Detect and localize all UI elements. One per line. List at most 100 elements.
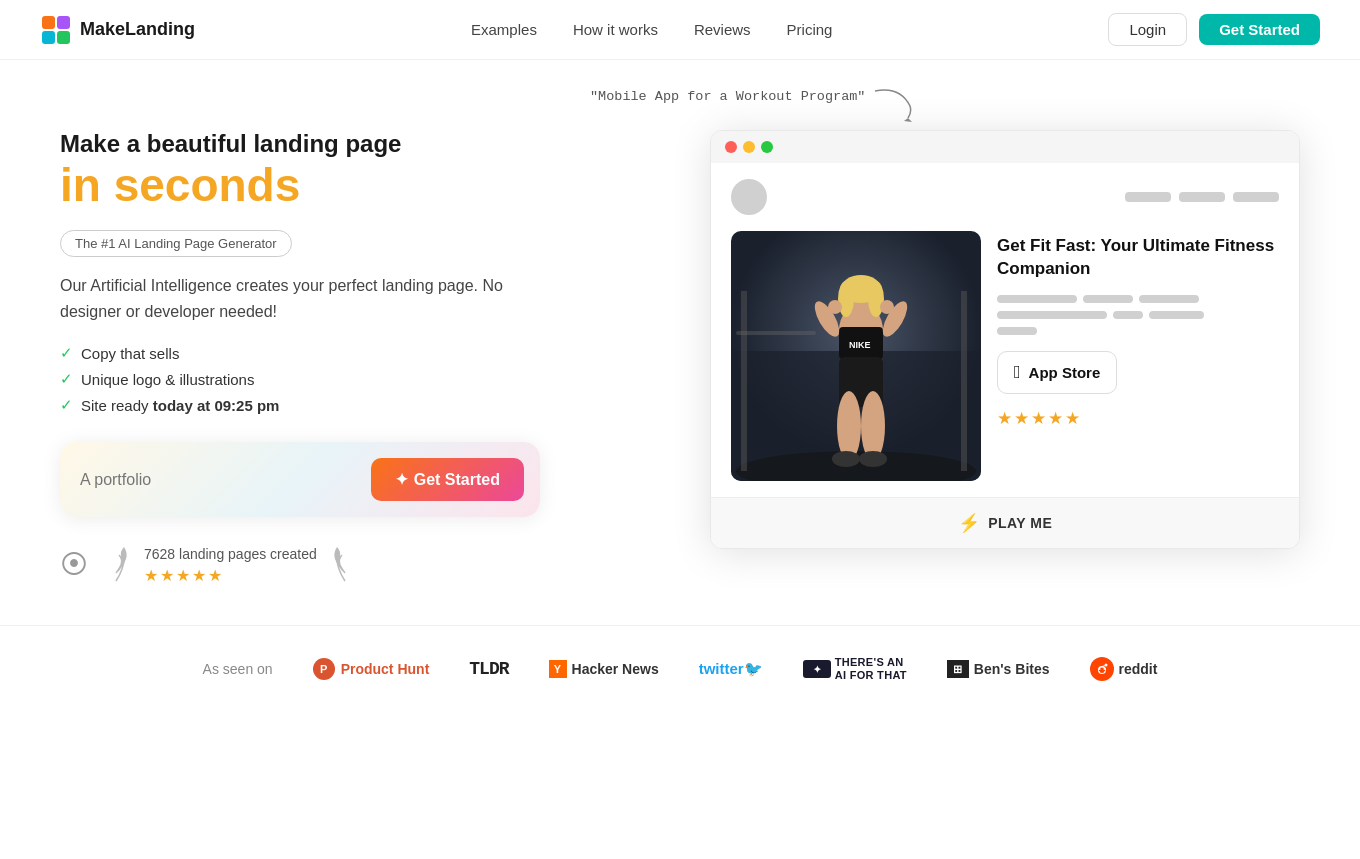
preview-fitness-image: NIKE (731, 231, 981, 481)
feature-site-ready: ✓ Site ready today at 09:25 pm (60, 396, 540, 414)
hero-badge: The #1 AI Landing Page Generator (60, 230, 292, 257)
login-button[interactable]: Login (1108, 13, 1187, 46)
taf-box-icon: ✦ (803, 660, 831, 678)
fitness-woman-svg: NIKE (731, 231, 981, 481)
reddit-logo: reddit (1090, 657, 1158, 681)
svg-point-20 (880, 300, 894, 314)
hero-description: Our Artificial Intelligence creates your… (60, 273, 540, 324)
hero-input-box: ✦ Get Started (60, 442, 540, 517)
bens-bites-logo: ⊞ Ben's Bites (947, 660, 1050, 678)
preview-text-side: Get Fit Fast: Your Ultimate Fitness Comp… (997, 231, 1279, 481)
app-store-button[interactable]:  App Store (997, 351, 1117, 394)
svg-rect-2 (42, 16, 55, 29)
preview-body: NIKE (731, 231, 1279, 481)
svg-point-34 (1098, 670, 1099, 671)
svg-rect-4 (42, 31, 55, 44)
tldr-logo: TLDR (469, 659, 508, 679)
preview-nav-line-3 (1233, 192, 1279, 202)
laurel-right-icon (333, 545, 357, 585)
hero-title-line1: Make a beautiful landing page (60, 130, 401, 157)
nav-actions: Login Get Started (1108, 13, 1320, 46)
bb-square-icon: ⊞ (947, 660, 969, 678)
logo-text: MakeLanding (80, 19, 195, 40)
hero-section: Make a beautiful landing page in seconds… (0, 60, 1360, 625)
get-started-nav-button[interactable]: Get Started (1199, 14, 1320, 45)
nav-links: Examples How it works Reviews Pricing (471, 21, 832, 38)
social-proof-stars: ★ ★ ★ ★ ★ (144, 566, 317, 585)
search-input[interactable] (76, 463, 361, 497)
play-icon: ⚡ (958, 512, 981, 534)
preview-line-row-3 (997, 327, 1279, 335)
svg-point-24 (832, 451, 860, 467)
dot-yellow (743, 141, 755, 153)
svg-point-35 (1103, 670, 1104, 671)
svg-text:NIKE: NIKE (849, 340, 871, 350)
logo-link[interactable]: MakeLanding (40, 14, 195, 46)
svg-rect-3 (57, 16, 70, 29)
preview-nav-line-2 (1179, 192, 1225, 202)
nav-reviews[interactable]: Reviews (694, 21, 751, 38)
svg-rect-5 (57, 31, 70, 44)
feature-copy: ✓ Copy that sells (60, 344, 540, 362)
dot-green (761, 141, 773, 153)
preview-line-row-1 (997, 295, 1279, 303)
bens-bites-text: Ben's Bites (974, 661, 1050, 677)
as-seen-on-section: As seen on P Product Hunt TLDR Y Hacker … (0, 625, 1360, 712)
svg-rect-28 (736, 331, 816, 335)
hero-right: "Mobile App for a Workout Program" (580, 130, 1300, 549)
nav-examples[interactable]: Examples (471, 21, 537, 38)
reddit-circle-icon (1090, 657, 1114, 681)
play-me-bar[interactable]: ⚡ PLAY ME (711, 497, 1299, 548)
pages-count: 7628 landing pages created (144, 546, 317, 562)
site-ready-time: today at 09:25 pm (153, 397, 280, 414)
svg-point-33 (1103, 668, 1105, 670)
svg-point-25 (859, 451, 887, 467)
window-bar (711, 131, 1299, 163)
product-hunt-text: Product Hunt (341, 661, 430, 677)
hero-left: Make a beautiful landing page in seconds… (60, 130, 540, 585)
hacker-news-logo: Y Hacker News (549, 660, 659, 678)
feature-logo: ✓ Unique logo & illustrations (60, 370, 540, 388)
apple-icon:  (1014, 362, 1021, 383)
dot-red (725, 141, 737, 153)
nav-how-it-works[interactable]: How it works (573, 21, 658, 38)
as-seen-label: As seen on (203, 661, 273, 677)
svg-rect-26 (741, 291, 747, 471)
curved-arrow-icon (870, 86, 920, 126)
twitter-text: twitter🐦 (699, 660, 763, 678)
preview-content: NIKE (711, 163, 1299, 497)
nav-pricing[interactable]: Pricing (787, 21, 833, 38)
taf-logo: ✦ THERE'S ANAI FOR THAT (803, 656, 907, 682)
svg-point-36 (1104, 664, 1107, 667)
preview-text-lines (997, 295, 1279, 335)
social-proof: ⦿ 7628 landing pages created ★ ★ ★ ★ ★ (60, 545, 540, 585)
get-started-main-button[interactable]: ✦ Get Started (371, 458, 524, 501)
product-hunt-logo: P Product Hunt (313, 658, 430, 680)
svg-point-14 (868, 281, 884, 317)
svg-point-22 (837, 391, 861, 461)
app-store-label: App Store (1029, 364, 1101, 381)
sparkle-icon: ✦ (395, 470, 408, 489)
preview-logo-placeholder (731, 179, 767, 215)
hero-features-list: ✓ Copy that sells ✓ Unique logo & illust… (60, 344, 540, 414)
svg-point-13 (838, 281, 854, 317)
preview-window: NIKE (710, 130, 1300, 549)
navbar: MakeLanding Examples How it works Review… (0, 0, 1360, 60)
laurel-left: ⦿ (60, 549, 88, 581)
hero-title-accent: in seconds (60, 159, 300, 211)
preview-page-title: Get Fit Fast: Your Ultimate Fitness Comp… (997, 235, 1279, 281)
twitter-logo: twitter🐦 (699, 660, 763, 678)
check-icon-2: ✓ (60, 370, 73, 388)
hn-square-icon: Y (549, 660, 567, 678)
check-icon-1: ✓ (60, 344, 73, 362)
check-icon-3: ✓ (60, 396, 73, 414)
preview-nav-line-1 (1125, 192, 1171, 202)
play-me-label: PLAY ME (988, 515, 1052, 531)
hero-title: Make a beautiful landing page in seconds (60, 130, 540, 212)
preview-header-row (731, 179, 1279, 215)
preview-line-row-2 (997, 311, 1279, 319)
ph-circle-icon: P (313, 658, 335, 680)
svg-point-32 (1098, 668, 1100, 670)
prompt-label: "Mobile App for a Workout Program" (590, 89, 865, 104)
svg-point-23 (861, 391, 885, 461)
